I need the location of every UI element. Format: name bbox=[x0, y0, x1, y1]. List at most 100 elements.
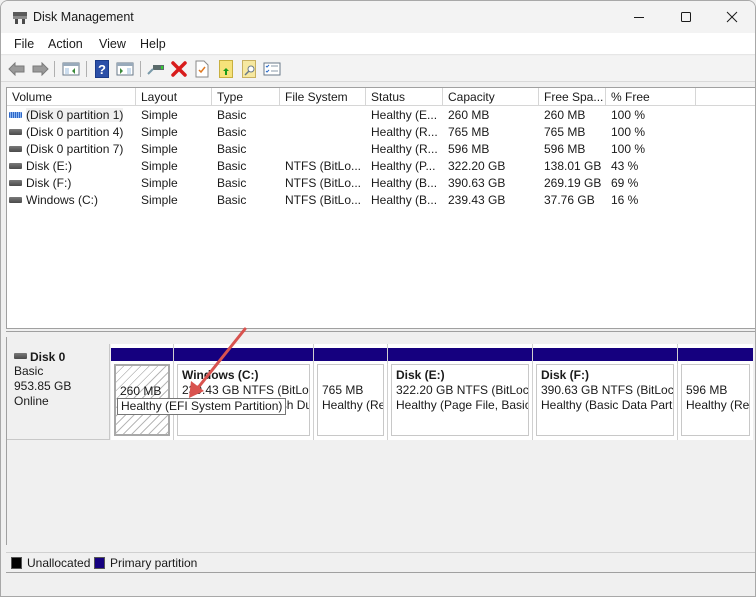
partition-details: Disk (F:) 390.63 GB NTFS (BitLocke Healthy… bbox=[536, 364, 674, 436]
close-button[interactable] bbox=[709, 1, 755, 33]
column-header-type[interactable]: Type bbox=[212, 88, 280, 106]
column-header-capacity[interactable]: Capacity bbox=[443, 88, 539, 106]
volume-row[interactable]: Disk (E:) Simple Basic NTFS (BitLo... Health… bbox=[7, 158, 755, 175]
cell-type: Basic bbox=[217, 125, 247, 139]
cell-volume: Disk (F:) bbox=[7, 175, 136, 192]
partition-details: Disk (E:) 322.20 GB NTFS (BitLock Healthy … bbox=[391, 364, 529, 436]
cell-status: Healthy (P... bbox=[371, 159, 436, 173]
primary-partition-bar bbox=[314, 348, 387, 361]
volume-name: Windows (C:) bbox=[26, 193, 99, 207]
volume-row[interactable]: Windows (C:) Simple Basic NTFS (BitLo... Hea… bbox=[7, 192, 755, 209]
cell-file-system bbox=[280, 107, 366, 124]
back-button[interactable] bbox=[7, 59, 27, 79]
disk-icon bbox=[14, 353, 27, 359]
pane-splitter[interactable] bbox=[6, 331, 755, 335]
volume-name: (Disk 0 partition 1) bbox=[26, 108, 124, 122]
cell-percent-free: 100 % bbox=[611, 125, 646, 139]
volume-name: (Disk 0 partition 7) bbox=[26, 142, 124, 156]
volume-icon bbox=[9, 128, 22, 135]
legend-label: Primary partition bbox=[110, 556, 198, 570]
properties-button[interactable] bbox=[192, 59, 212, 79]
primary-partition-bar bbox=[388, 348, 532, 361]
menu-bar: File Action View Help bbox=[1, 33, 755, 55]
cell-status: Healthy (R... bbox=[371, 142, 438, 156]
disk-management-window: Disk Management File Action View Help ? bbox=[0, 0, 756, 597]
partition-size: 765 MB bbox=[322, 383, 364, 397]
volume-row[interactable]: (Disk 0 partition 1) Simple Basic Healthy (… bbox=[7, 107, 755, 124]
cell-type: Basic bbox=[217, 193, 247, 207]
help-icon: ? bbox=[95, 60, 109, 78]
volume-name: (Disk 0 partition 4) bbox=[26, 125, 124, 139]
column-header-layout[interactable]: Layout bbox=[136, 88, 212, 106]
minimize-button[interactable] bbox=[616, 1, 662, 33]
connect-button[interactable] bbox=[146, 59, 166, 79]
column-header-file-system[interactable]: File System bbox=[280, 88, 366, 106]
cell-capacity: 260 MB bbox=[448, 108, 490, 122]
cell-capacity: 239.43 GB bbox=[448, 193, 506, 207]
partition-block[interactable]: 260 MB bbox=[111, 344, 174, 440]
volume-row[interactable]: (Disk 0 partition 7) Simple Basic Healthy (… bbox=[7, 141, 755, 158]
partition-block[interactable]: 765 MB Healthy (Re bbox=[314, 344, 388, 440]
column-header-volume[interactable]: Volume bbox=[7, 88, 136, 106]
partition-block[interactable]: Windows (C:)239.43 GB NTFS (BitLockHealt… bbox=[174, 344, 314, 440]
forward-arrow-icon bbox=[32, 62, 49, 76]
unallocated-swatch bbox=[11, 557, 22, 569]
partition-size: 390.63 GB NTFS (BitLocke bbox=[541, 383, 674, 397]
disk-0-label[interactable]: Disk 0 Basic 953.85 GB Online bbox=[7, 344, 110, 440]
cell-free: 37.76 GB bbox=[544, 193, 595, 207]
show-hide-action-pane-button[interactable] bbox=[115, 59, 135, 79]
partition-block[interactable]: Disk (F:) 390.63 GB NTFS (BitLocke Healthy… bbox=[533, 344, 678, 440]
cell-status: Healthy (B... bbox=[371, 176, 438, 190]
menu-file[interactable]: File bbox=[14, 37, 34, 51]
volume-row[interactable]: (Disk 0 partition 4) Simple Basic Healthy (… bbox=[7, 124, 755, 141]
checklist-button[interactable] bbox=[262, 59, 282, 79]
menu-action[interactable]: Action bbox=[48, 37, 83, 51]
cell-percent-free: 100 % bbox=[611, 142, 646, 156]
cell-layout: Simple bbox=[141, 176, 178, 190]
primary-partition-swatch bbox=[94, 557, 105, 569]
menu-view[interactable]: View bbox=[99, 37, 126, 51]
cell-file-system: NTFS (BitLo... bbox=[285, 176, 362, 190]
cell-layout: Simple bbox=[141, 159, 178, 173]
help-button[interactable]: ? bbox=[92, 59, 112, 79]
partition-status: Healthy (Re bbox=[322, 398, 384, 412]
cell-type: Basic bbox=[217, 142, 247, 156]
volume-row[interactable]: Disk (F:) Simple Basic NTFS (BitLo... Health… bbox=[7, 175, 755, 192]
cell-volume: (Disk 0 partition 4) bbox=[7, 124, 136, 141]
status-bar bbox=[1, 575, 755, 596]
partition-title: Disk (F:) bbox=[541, 368, 589, 382]
search-button[interactable] bbox=[239, 59, 259, 79]
disk-management-app-icon bbox=[12, 11, 28, 25]
partition-tooltip: Healthy (EFI System Partition) bbox=[117, 398, 287, 415]
delete-button[interactable] bbox=[169, 59, 189, 79]
legend-unallocated: Unallocated bbox=[11, 556, 90, 570]
show-hide-console-tree-button[interactable] bbox=[61, 59, 81, 79]
volume-icon bbox=[9, 111, 22, 118]
toolbar-separator bbox=[140, 61, 141, 77]
export-button[interactable] bbox=[216, 59, 236, 79]
partition-block[interactable]: Disk (E:) 322.20 GB NTFS (BitLock Healthy … bbox=[388, 344, 533, 440]
cell-free: 596 MB bbox=[544, 142, 586, 156]
disk-graphical-view: Disk 0 Basic 953.85 GB Online 260 MB Wind… bbox=[6, 337, 755, 545]
forward-button[interactable] bbox=[30, 59, 50, 79]
volume-icon bbox=[9, 162, 22, 169]
cell-volume: (Disk 0 partition 1) bbox=[7, 107, 136, 124]
column-header-free-space[interactable]: Free Spa... bbox=[539, 88, 606, 106]
column-header-status[interactable]: Status bbox=[366, 88, 443, 106]
menu-help[interactable]: Help bbox=[140, 37, 166, 51]
cell-layout: Simple bbox=[141, 142, 178, 156]
partition-size: 322.20 GB NTFS (BitLock bbox=[396, 383, 529, 397]
partition-details: 765 MB Healthy (Re bbox=[317, 364, 384, 436]
cell-percent-free: 69 % bbox=[611, 176, 639, 190]
cell-layout: Simple bbox=[141, 193, 178, 207]
column-header-percent-free[interactable]: % Free bbox=[606, 88, 696, 106]
partition-block[interactable]: 596 MB Healthy (Re bbox=[678, 344, 753, 440]
volume-list: Volume Layout Type File System Status Ca… bbox=[6, 87, 755, 329]
cell-percent-free: 16 % bbox=[611, 193, 639, 207]
close-icon bbox=[726, 11, 738, 23]
cell-capacity: 596 MB bbox=[448, 142, 490, 156]
maximize-button[interactable] bbox=[663, 1, 709, 33]
cell-volume: (Disk 0 partition 7) bbox=[7, 141, 136, 158]
partition-title: Windows (C:) bbox=[182, 368, 259, 382]
cell-status: Healthy (R... bbox=[371, 125, 438, 139]
